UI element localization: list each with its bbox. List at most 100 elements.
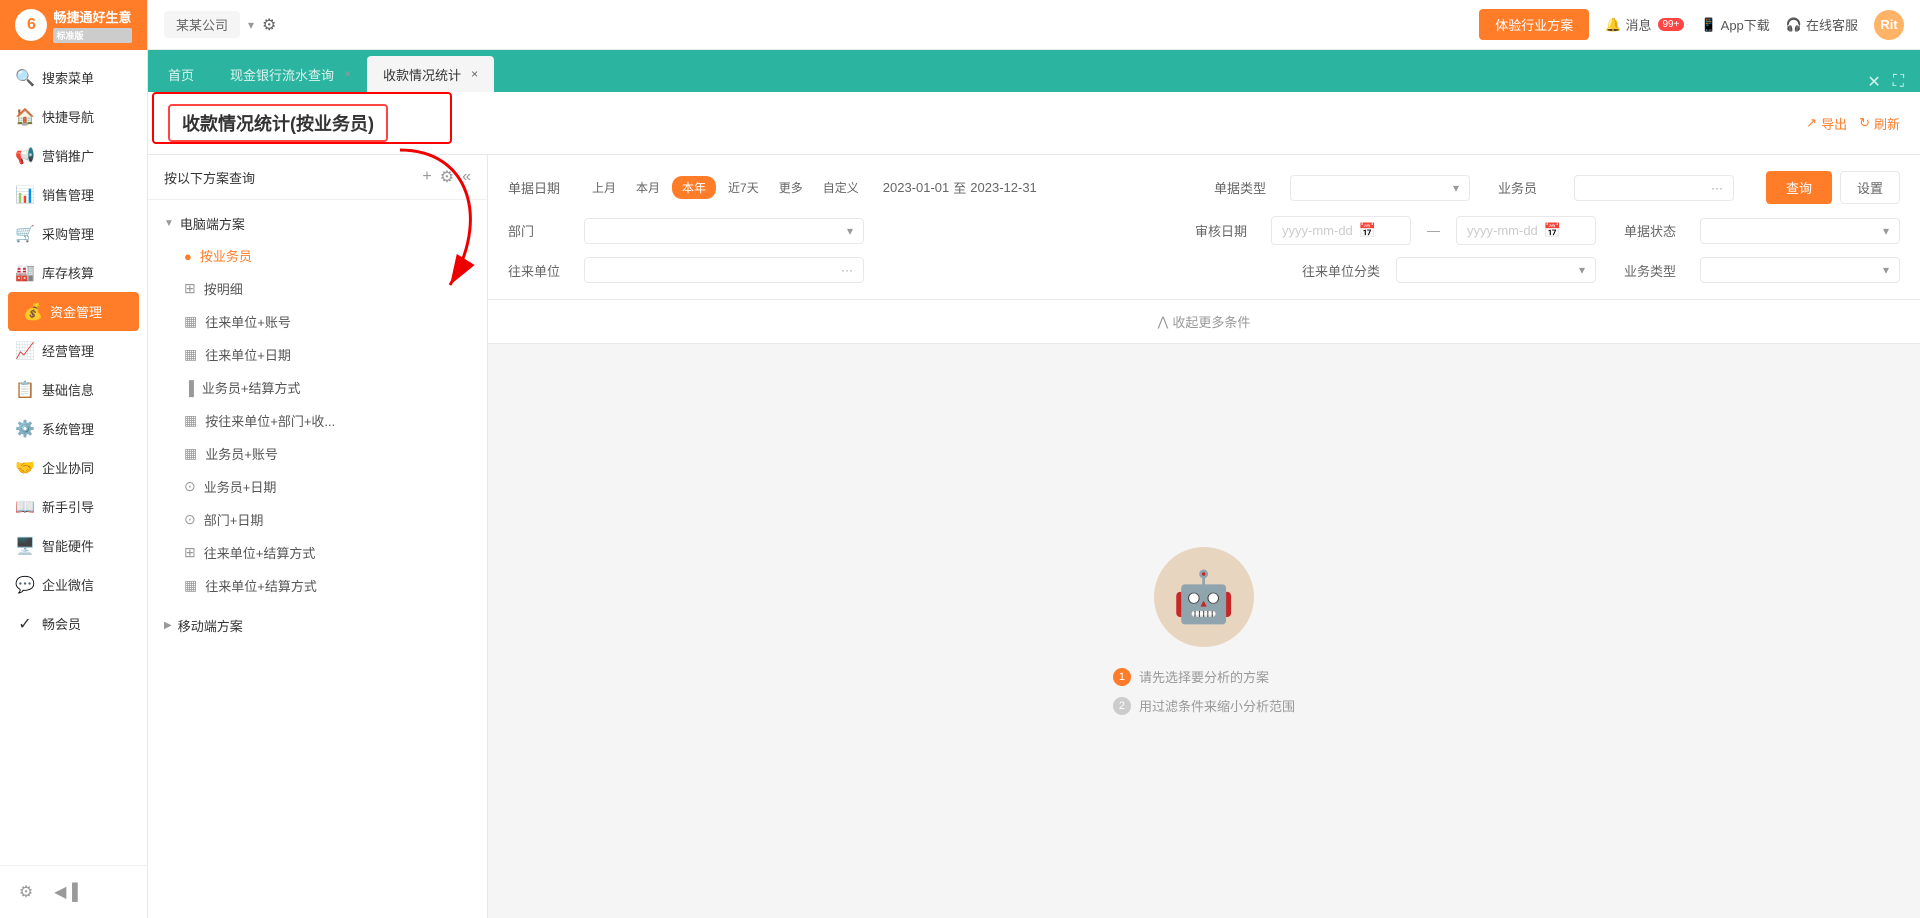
partner-select[interactable]: ··· xyxy=(584,257,864,283)
sidebar-item-guide[interactable]: 📖 新手引导 xyxy=(0,487,147,526)
tab-close-bank[interactable]: × xyxy=(344,67,351,81)
tree-item-partner-date[interactable]: ▦ 往来单位+日期 xyxy=(148,338,487,371)
date-quick-buttons: 上月 本月 本年 近7天 更多 自定义 xyxy=(584,176,867,199)
sidebar-item-inventory[interactable]: 🏭 库存核算 xyxy=(0,253,147,292)
app-download-item[interactable]: 📱 App下载 xyxy=(1700,15,1769,34)
partner-category-select[interactable]: ▾ xyxy=(1396,257,1596,283)
tab-bar-right: ✕ ⛶ xyxy=(1867,72,1920,92)
tab-bank-flow[interactable]: 现金银行流水查询 × xyxy=(214,56,367,92)
tree-item-salesman-account[interactable]: ▦ 业务员+账号 xyxy=(148,437,487,470)
partner-category-label: 往来单位分类 xyxy=(1302,261,1380,280)
sidebar-item-purchase[interactable]: 🛒 采购管理 xyxy=(0,214,147,253)
sidebar-collapse-button[interactable]: ◀▐ xyxy=(50,876,82,908)
notifications-item[interactable]: 🔔 消息 99+ xyxy=(1605,15,1684,34)
date-from: 2023-01-01 xyxy=(883,180,950,195)
filter-row-1: 单据日期 上月 本月 本年 近7天 更多 自定义 2023-01-01 至 xyxy=(508,171,1900,204)
sidebar-item-wechat[interactable]: 💬 企业微信 xyxy=(0,565,147,604)
date-btn-this-month[interactable]: 本月 xyxy=(628,176,668,199)
export-icon: ↗ xyxy=(1806,115,1817,131)
salesman-select[interactable]: ··· xyxy=(1574,175,1734,201)
collapse-panel-icon[interactable]: « xyxy=(462,168,471,186)
tab-close-collection[interactable]: × xyxy=(471,67,478,81)
tree-group-mobile-header[interactable]: ▶ 移动端方案 xyxy=(148,610,487,641)
dept-select[interactable]: ▾ xyxy=(584,218,864,244)
voucher-type-select[interactable]: ▾ xyxy=(1290,175,1470,201)
collapse-link[interactable]: ⋀ 收起更多条件 xyxy=(1158,312,1251,331)
sidebar-item-hardware[interactable]: 🖥️ 智能硬件 xyxy=(0,526,147,565)
maximize-window-icon[interactable]: ⛶ xyxy=(1893,73,1904,91)
biz-type-select[interactable]: ▾ xyxy=(1700,257,1900,283)
filter-actions: 查询 设置 xyxy=(1766,171,1900,204)
tab-collection-stats[interactable]: 收款情况统计 × xyxy=(367,56,494,92)
close-window-icon[interactable]: ✕ xyxy=(1867,72,1880,92)
review-date-to[interactable]: yyyy-mm-dd 📅 xyxy=(1456,216,1596,245)
sidebar-item-marketing[interactable]: 📢 营销推广 xyxy=(0,136,147,175)
partner-label: 往来单位 xyxy=(508,261,568,280)
enterprise-icon: 🤝 xyxy=(16,459,34,477)
tab-bar: 首页 现金银行流水查询 × 收款情况统计 × ✕ ⛶ xyxy=(148,50,1920,92)
sidebar-item-system[interactable]: ⚙️ 系统管理 xyxy=(0,409,147,448)
sidebar-item-sales[interactable]: 📊 销售管理 xyxy=(0,175,147,214)
scheme-settings-icon[interactable]: ⚙ xyxy=(440,167,454,187)
date-btn-custom[interactable]: 自定义 xyxy=(815,176,867,199)
query-button[interactable]: 查询 xyxy=(1766,171,1832,204)
partner-category-chevron: ▾ xyxy=(1579,263,1585,277)
tree-item-partner-settle-1[interactable]: ⊞ 往来单位+结算方式 xyxy=(148,536,487,569)
tab-home[interactable]: 首页 xyxy=(148,56,214,92)
sidebar-item-member[interactable]: ✓ 畅会员 xyxy=(0,604,147,643)
tree-item-partner-dept[interactable]: ▦ 按往来单位+部门+收... xyxy=(148,404,487,437)
sidebar-bottom: ⚙ ◀▐ xyxy=(0,865,147,918)
tree-group-desktop-header[interactable]: ▼ 电脑端方案 xyxy=(148,208,487,239)
date-btn-last-7-days[interactable]: 近7天 xyxy=(720,176,767,199)
tree-item-dept-date[interactable]: ⊙ 部门+日期 xyxy=(148,503,487,536)
refresh-button[interactable]: ↻ 刷新 xyxy=(1859,114,1900,133)
sidebar-nav: 🔍 搜索菜单 🏠 快捷导航 📢 营销推广 📊 销售管理 🛒 采购管理 🏭 库存核… xyxy=(0,50,147,865)
table-icon-2: ▦ xyxy=(184,346,197,363)
sidebar-item-basic[interactable]: 📋 基础信息 xyxy=(0,370,147,409)
filter-area: 单据日期 上月 本月 本年 近7天 更多 自定义 2023-01-01 至 xyxy=(488,155,1920,300)
trial-button[interactable]: 体验行业方案 xyxy=(1479,9,1589,40)
finance-icon: 💰 xyxy=(24,303,42,321)
online-service-item[interactable]: 🎧 在线客服 xyxy=(1786,15,1858,34)
bar-chart-icon: ▐ xyxy=(184,380,194,396)
add-scheme-icon[interactable]: + xyxy=(422,168,431,186)
sidebar-item-quicknav[interactable]: 🏠 快捷导航 xyxy=(0,97,147,136)
gear-settings-icon[interactable]: ⚙ xyxy=(262,15,276,35)
review-date-from[interactable]: yyyy-mm-dd 📅 xyxy=(1271,216,1411,245)
collapse-btn-area: ⋀ 收起更多条件 xyxy=(488,300,1920,344)
tree-item-detail[interactable]: ⊞ 按明细 xyxy=(148,272,487,305)
grid-icon-2: ⊞ xyxy=(184,544,196,561)
calendar-icon-2: 📅 xyxy=(1544,222,1561,239)
setting-button[interactable]: 设置 xyxy=(1840,171,1900,204)
page-header: 收款情况统计(按业务员) ↗ 导出 ↻ 刷新 xyxy=(148,92,1920,155)
tree-item-partner-settle-2[interactable]: ▦ 往来单位+结算方式 xyxy=(148,569,487,602)
sidebar: 6 畅捷通好生意 标准版 🔍 搜索菜单 🏠 快捷导航 📢 营销推广 📊 销售管理… xyxy=(0,0,148,918)
sidebar-item-search[interactable]: 🔍 搜索菜单 xyxy=(0,58,147,97)
empty-state: 🤖 1 请先选择要分析的方案 2 用过滤条件来缩小分析范围 xyxy=(488,344,1920,918)
dropdown-icon[interactable]: ▾ xyxy=(248,18,254,32)
export-button[interactable]: ↗ 导出 xyxy=(1806,114,1847,133)
sidebar-settings-button[interactable]: ⚙ xyxy=(10,876,42,908)
left-panel-header: 按以下方案查询 + ⚙ « xyxy=(148,155,487,200)
tree-item-partner-account[interactable]: ▦ 往来单位+账号 xyxy=(148,305,487,338)
right-actions: 🔔 消息 99+ 📱 App下载 🎧 在线客服 Rit xyxy=(1605,10,1904,40)
voucher-type-label: 单据类型 xyxy=(1214,178,1274,197)
voucher-status-select[interactable]: ▾ xyxy=(1700,218,1900,244)
tree-item-by-salesman[interactable]: ● 按业务员 xyxy=(148,239,487,272)
sidebar-item-enterprise[interactable]: 🤝 企业协同 xyxy=(0,448,147,487)
date-label: 单据日期 xyxy=(508,178,568,197)
table-icon-3: ▦ xyxy=(184,412,197,429)
sidebar-item-finance[interactable]: 💰 资金管理 xyxy=(8,292,139,331)
date-btn-more[interactable]: 更多 xyxy=(771,176,811,199)
sidebar-item-operations[interactable]: 📈 经营管理 xyxy=(0,331,147,370)
left-panel: 按以下方案查询 + ⚙ « ▼ 电脑端方案 xyxy=(148,155,488,918)
date-btn-this-year[interactable]: 本年 xyxy=(672,176,716,199)
member-icon: ✓ xyxy=(16,615,34,633)
tree-item-salesman-date[interactable]: ⊙ 业务员+日期 xyxy=(148,470,487,503)
guide-icon: 📖 xyxy=(16,498,34,516)
date-btn-last-month[interactable]: 上月 xyxy=(584,176,624,199)
panel-title: 按以下方案查询 xyxy=(164,168,414,187)
user-avatar[interactable]: Rit xyxy=(1874,10,1904,40)
calendar-icon-1: 📅 xyxy=(1359,222,1376,239)
tree-item-salesman-settle[interactable]: ▐ 业务员+结算方式 xyxy=(148,371,487,404)
